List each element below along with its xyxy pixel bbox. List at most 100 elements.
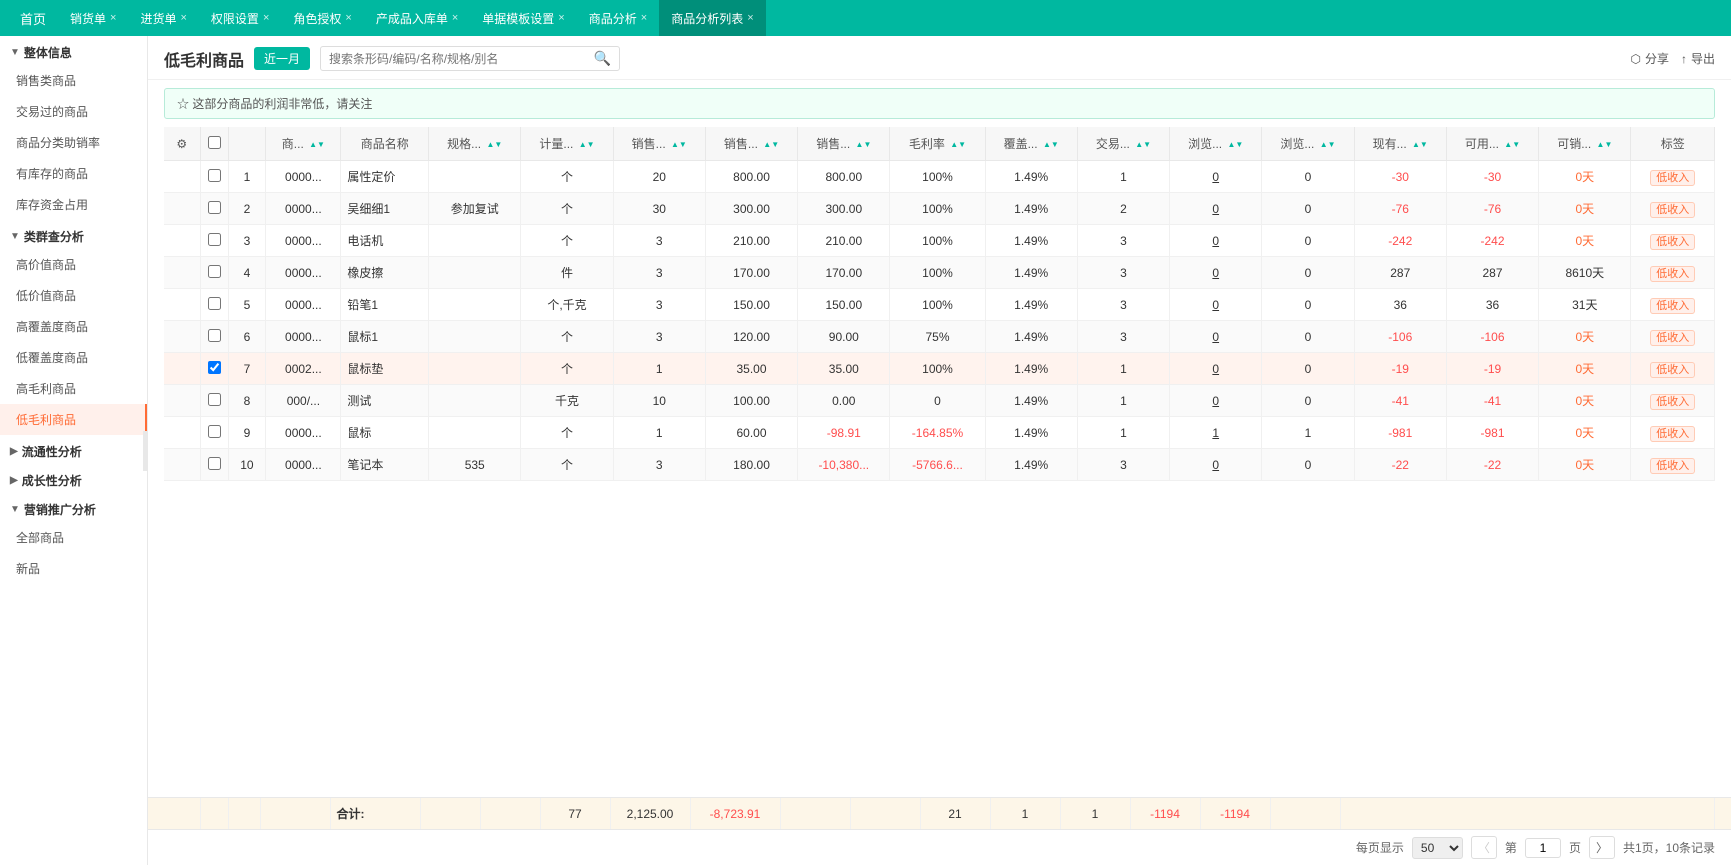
sort-icon-sales-qty[interactable]: ▲▼ [671, 141, 687, 149]
row-views1[interactable]: 0 [1170, 193, 1262, 225]
sidebar-group-overview[interactable]: ▼ 整体信息 [0, 36, 147, 65]
page-input[interactable] [1525, 838, 1561, 858]
nav-template-settings[interactable]: 单据模板设置 × [470, 0, 576, 36]
nav-product-analysis[interactable]: 商品分析 × [577, 0, 659, 36]
row-views1[interactable]: 0 [1170, 353, 1262, 385]
sort-icon-transactions[interactable]: ▲▼ [1135, 141, 1151, 149]
per-page-select[interactable]: 50 20 100 [1412, 837, 1463, 859]
row-checkbox-cell[interactable] [200, 321, 228, 353]
sidebar-group-marketing[interactable]: ▼ 营销推广分析 [0, 493, 147, 522]
th-views2[interactable]: 浏览... ▲▼ [1262, 127, 1354, 161]
th-code[interactable]: 商... ▲▼ [266, 127, 341, 161]
row-views1[interactable]: 1 [1170, 417, 1262, 449]
row-views1[interactable]: 0 [1170, 161, 1262, 193]
sort-icon-sales-profit[interactable]: ▲▼ [856, 141, 872, 149]
row-checkbox[interactable] [208, 233, 221, 246]
row-checkbox-cell[interactable] [200, 257, 228, 289]
sidebar-item-category-sales[interactable]: 商品分类助销率 [0, 127, 147, 158]
th-sales-amt[interactable]: 销售... ▲▼ [705, 127, 797, 161]
sidebar-item-high-value[interactable]: 高价值商品 [0, 249, 147, 280]
row-views1[interactable]: 0 [1170, 449, 1262, 481]
row-checkbox-cell[interactable] [200, 193, 228, 225]
sort-icon-code[interactable]: ▲▼ [309, 141, 325, 149]
nav-purchase-order[interactable]: 进货单 × [128, 0, 198, 36]
row-views1[interactable]: 0 [1170, 321, 1262, 353]
nav-close-product-analysis[interactable]: × [641, 12, 647, 24]
sidebar-collapse-button[interactable]: 《 [143, 431, 148, 471]
th-checkbox[interactable] [200, 127, 228, 161]
sidebar-item-low-coverage[interactable]: 低覆盖度商品 [0, 342, 147, 373]
row-checkbox[interactable] [208, 169, 221, 182]
prev-page-btn[interactable]: 〈 [1471, 836, 1497, 859]
sort-icon-coverage[interactable]: ▲▼ [1043, 141, 1059, 149]
row-views1[interactable]: 0 [1170, 385, 1262, 417]
row-checkbox-cell[interactable] [200, 353, 228, 385]
nav-permission[interactable]: 权限设置 × [199, 0, 281, 36]
next-page-btn[interactable]: 〉 [1589, 836, 1615, 859]
sidebar-item-low-margin[interactable]: 低毛利商品 [0, 404, 147, 435]
row-checkbox-cell[interactable] [200, 417, 228, 449]
row-checkbox-cell[interactable] [200, 449, 228, 481]
sort-icon-sales-amt[interactable]: ▲▼ [763, 141, 779, 149]
nav-product-analysis-list[interactable]: 商品分析列表 × [659, 0, 765, 36]
nav-close-purchase-order[interactable]: × [180, 12, 186, 24]
sidebar-item-new-goods[interactable]: 新品 [0, 553, 147, 584]
th-profit-rate[interactable]: 毛利率 ▲▼ [890, 127, 985, 161]
sort-icon-views1[interactable]: ▲▼ [1227, 141, 1243, 149]
row-checkbox-cell[interactable] [200, 385, 228, 417]
row-checkbox[interactable] [208, 393, 221, 406]
row-views1[interactable]: 0 [1170, 289, 1262, 321]
sidebar-item-traded-goods[interactable]: 交易过的商品 [0, 96, 147, 127]
row-views1[interactable]: 0 [1170, 225, 1262, 257]
row-checkbox[interactable] [208, 361, 221, 374]
sidebar-item-high-coverage[interactable]: 高覆盖度商品 [0, 311, 147, 342]
row-checkbox-cell[interactable] [200, 161, 228, 193]
sort-icon-spec[interactable]: ▲▼ [486, 141, 502, 149]
th-coverage[interactable]: 覆盖... ▲▼ [985, 127, 1077, 161]
row-checkbox[interactable] [208, 457, 221, 470]
row-checkbox-cell[interactable] [200, 289, 228, 321]
sidebar-item-all-goods[interactable]: 全部商品 [0, 522, 147, 553]
th-views1[interactable]: 浏览... ▲▼ [1170, 127, 1262, 161]
th-sales-qty[interactable]: 销售... ▲▼ [613, 127, 705, 161]
search-icon[interactable]: 🔍 [594, 50, 611, 67]
sidebar-group-growth[interactable]: ▶ 成长性分析 [0, 464, 147, 493]
sort-icon-current-stock[interactable]: ▲▼ [1412, 141, 1428, 149]
sidebar-item-high-margin[interactable]: 高毛利商品 [0, 373, 147, 404]
nav-close-sales-order[interactable]: × [110, 12, 116, 24]
row-checkbox-cell[interactable] [200, 225, 228, 257]
sort-icon-available[interactable]: ▲▼ [1504, 141, 1520, 149]
nav-close-product-analysis-list[interactable]: × [747, 12, 753, 24]
share-button[interactable]: ⬡ 分享 [1630, 50, 1669, 67]
sidebar-item-low-value[interactable]: 低价值商品 [0, 280, 147, 311]
sort-icon-views2[interactable]: ▲▼ [1320, 141, 1336, 149]
sort-icon-sellable[interactable]: ▲▼ [1597, 141, 1613, 149]
period-button[interactable]: 近一月 [254, 47, 310, 70]
sidebar-group-flow[interactable]: ▶ 流通性分析 [0, 435, 147, 464]
th-sellable[interactable]: 可销... ▲▼ [1539, 127, 1631, 161]
nav-home[interactable]: 首页 [8, 0, 58, 36]
sidebar-item-in-stock[interactable]: 有库存的商品 [0, 158, 147, 189]
row-checkbox[interactable] [208, 329, 221, 342]
sidebar-item-stock-capital[interactable]: 库存资金占用 [0, 189, 147, 220]
search-input[interactable] [329, 52, 594, 66]
nav-sales-order[interactable]: 销货单 × [58, 0, 128, 36]
nav-role-auth[interactable]: 角色授权 × [281, 0, 363, 36]
row-checkbox[interactable] [208, 297, 221, 310]
th-spec[interactable]: 规格... ▲▼ [429, 127, 521, 161]
th-current-stock[interactable]: 现有... ▲▼ [1354, 127, 1446, 161]
sort-icon-profit-rate[interactable]: ▲▼ [950, 141, 966, 149]
th-settings[interactable]: ⚙ [164, 127, 200, 161]
nav-close-product-storage[interactable]: × [452, 12, 458, 24]
sidebar-item-sales-goods[interactable]: 销售类商品 [0, 65, 147, 96]
sort-icon-unit[interactable]: ▲▼ [579, 141, 595, 149]
row-checkbox[interactable] [208, 265, 221, 278]
row-checkbox[interactable] [208, 425, 221, 438]
sidebar-group-cluster[interactable]: ▼ 类群查分析 [0, 220, 147, 249]
select-all-checkbox[interactable] [208, 136, 221, 149]
th-sales-profit[interactable]: 销售... ▲▼ [798, 127, 890, 161]
row-views1[interactable]: 0 [1170, 257, 1262, 289]
th-name[interactable]: 商品名称 [341, 127, 429, 161]
export-button[interactable]: ↑ 导出 [1681, 50, 1715, 67]
th-available[interactable]: 可用... ▲▼ [1446, 127, 1538, 161]
